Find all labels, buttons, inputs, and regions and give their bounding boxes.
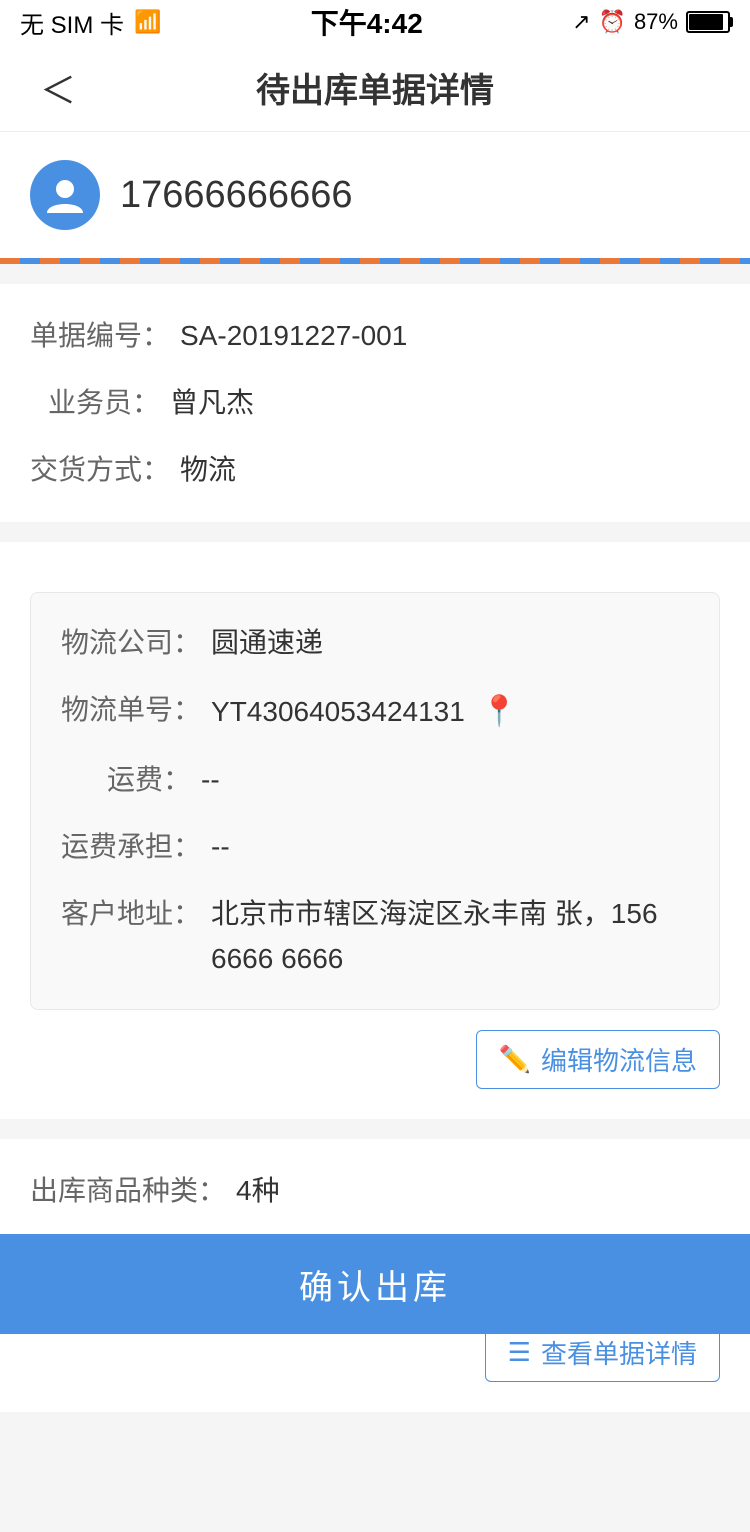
edit-btn-wrap: ✏️ 编辑物流信息 xyxy=(30,1010,720,1089)
goods-types-value: 4种 xyxy=(236,1169,720,1214)
freight-row: 运费： -- xyxy=(61,758,689,803)
status-left: 无 SIM 卡 📶 xyxy=(20,5,161,40)
delivery-method-value: 物流 xyxy=(180,448,720,493)
edit-icon: ✏️ xyxy=(499,1044,531,1075)
bottom-spacer xyxy=(0,1412,750,1532)
nav-bar: ＜ 待出库单据详情 xyxy=(0,44,750,132)
freight-value: -- xyxy=(201,758,689,803)
tracking-number-value: YT43064053424131 📍 xyxy=(211,688,689,736)
logistics-section: 物流公司： 圆通速递 物流单号： YT43064053424131 📍 运费： … xyxy=(0,542,750,1119)
page-title: 待出库单据详情 xyxy=(256,63,494,112)
confirm-button-wrap[interactable]: 确认出库 xyxy=(0,1234,750,1334)
document-number-label: 单据编号： xyxy=(30,314,180,359)
confirm-button[interactable]: 确认出库 xyxy=(299,1260,451,1309)
document-info-section: 单据编号： SA-20191227-001 业务员： 曾凡杰 交货方式： 物流 xyxy=(0,284,750,522)
sales-rep-row: 业务员： 曾凡杰 xyxy=(30,381,720,426)
carrier-text: 无 SIM 卡 xyxy=(20,5,124,40)
logistics-company-value: 圆通速递 xyxy=(211,621,689,666)
status-bar: 无 SIM 卡 📶 下午4:42 ↗ ⏰ 87% xyxy=(0,0,750,44)
address-value: 北京市市辖区海淀区永丰南 张，156 6666 6666 xyxy=(211,892,689,982)
customer-header: 17666666666 xyxy=(0,132,750,258)
tracking-number-label: 物流单号： xyxy=(61,688,211,733)
sales-rep-label: 业务员： xyxy=(30,381,170,426)
avatar xyxy=(30,160,100,230)
logistics-company-label: 物流公司： xyxy=(61,621,211,666)
location-status-icon: ↗ xyxy=(572,9,590,35)
address-row: 客户地址： 北京市市辖区海淀区永丰南 张，156 6666 6666 xyxy=(61,892,689,982)
wifi-icon: 📶 xyxy=(134,9,161,35)
document-number-row: 单据编号： SA-20191227-001 xyxy=(30,314,720,359)
battery-text: 87% xyxy=(634,9,678,35)
status-time: 下午4:42 xyxy=(311,2,423,42)
document-icon: ☰ xyxy=(508,1337,531,1368)
customer-phone: 17666666666 xyxy=(120,174,352,217)
avatar-icon xyxy=(43,173,87,217)
logistics-card: 物流公司： 圆通速递 物流单号： YT43064053424131 📍 运费： … xyxy=(30,592,720,1010)
goods-types-label: 出库商品种类： xyxy=(30,1169,236,1214)
freight-bearer-row: 运费承担： -- xyxy=(61,825,689,870)
freight-bearer-value: -- xyxy=(211,825,689,870)
delivery-method-row: 交货方式： 物流 xyxy=(30,448,720,493)
freight-label: 运费： xyxy=(61,758,201,803)
map-pin-icon[interactable]: 📍 xyxy=(481,688,518,736)
delivery-method-label: 交货方式： xyxy=(30,448,180,493)
battery-icon xyxy=(686,11,730,33)
address-label: 客户地址： xyxy=(61,892,211,937)
freight-bearer-label: 运费承担： xyxy=(61,825,211,870)
back-button[interactable]: ＜ xyxy=(30,52,86,124)
logistics-company-row: 物流公司： 圆通速递 xyxy=(61,621,689,666)
dashed-divider xyxy=(0,258,750,264)
sales-rep-value: 曾凡杰 xyxy=(170,381,720,426)
tracking-number-row: 物流单号： YT43064053424131 📍 xyxy=(61,688,689,736)
alarm-icon: ⏰ xyxy=(599,9,626,35)
goods-types-row: 出库商品种类： 4种 xyxy=(30,1169,720,1214)
status-right: ↗ ⏰ 87% xyxy=(572,9,730,35)
document-number-value: SA-20191227-001 xyxy=(180,314,720,359)
edit-logistics-button[interactable]: ✏️ 编辑物流信息 xyxy=(476,1030,720,1089)
